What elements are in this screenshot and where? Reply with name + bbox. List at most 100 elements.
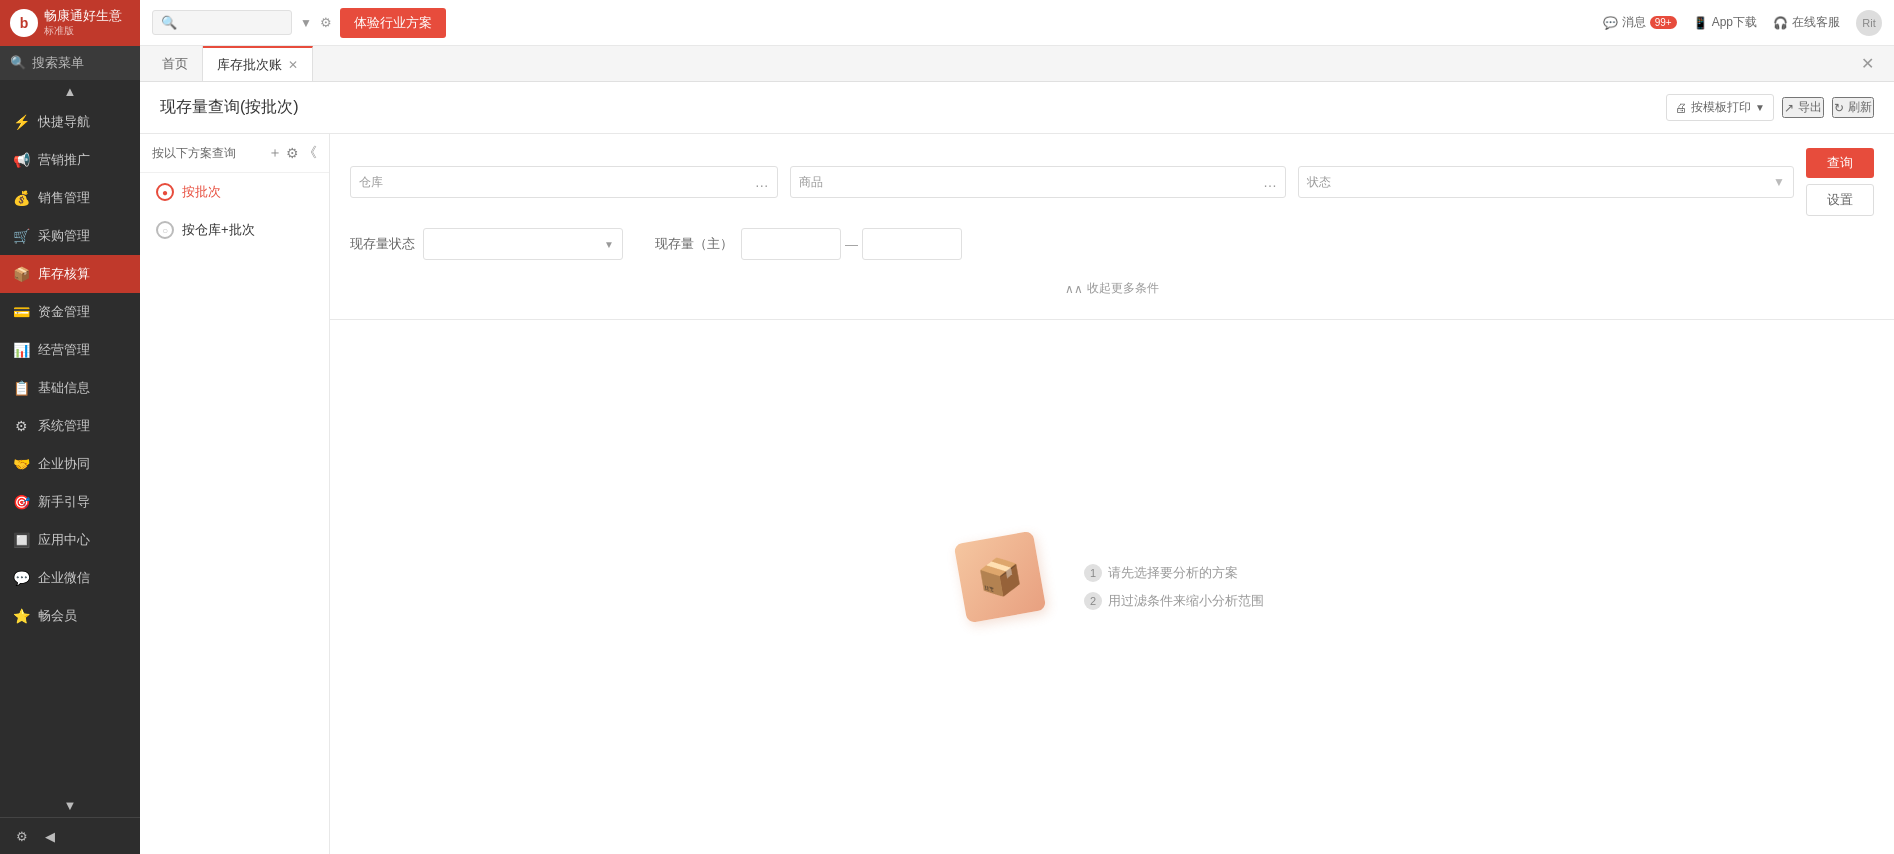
- huiyuan-icon: ⭐: [12, 607, 30, 625]
- tab-panel-close[interactable]: ✕: [1849, 54, 1886, 73]
- sidebar-scroll-down[interactable]: ▼: [0, 794, 140, 817]
- tab-home-label: 首页: [162, 55, 188, 73]
- tab-kucun-pici[interactable]: 库存批次账 ✕: [203, 46, 313, 81]
- scheme-item-cangku-pici[interactable]: ○ 按仓库+批次: [140, 211, 329, 249]
- topbar-search-input[interactable]: [181, 16, 281, 30]
- content-area: 现存量查询(按批次) 🖨 按模板打印 ▼ ↗ 导出 ↻ 刷新: [140, 82, 1894, 854]
- sidebar-item-label: 资金管理: [38, 303, 90, 321]
- product-more-icon[interactable]: …: [1263, 174, 1277, 190]
- sidebar-item-yingxiao[interactable]: 📢 营销推广: [0, 141, 140, 179]
- message-icon: 💬: [1603, 16, 1618, 30]
- left-panel-actions: ＋ ⚙ 《: [268, 144, 317, 162]
- sidebar-scroll-up[interactable]: ▲: [0, 80, 140, 103]
- add-scheme-icon[interactable]: ＋: [268, 144, 282, 162]
- inventory-status-field: 现存量状态 ▼: [350, 228, 623, 260]
- sidebar-item-label: 营销推广: [38, 151, 90, 169]
- jichu-icon: 📋: [12, 379, 30, 397]
- manage-scheme-icon[interactable]: ⚙: [286, 145, 299, 161]
- sidebar-search[interactable]: 🔍 搜索菜单: [0, 46, 140, 80]
- page-actions: 🖨 按模板打印 ▼ ↗ 导出 ↻ 刷新: [1666, 94, 1874, 121]
- user-name: Rit: [1862, 17, 1875, 29]
- search-icon: 🔍: [10, 55, 26, 70]
- sidebar-item-label: 企业协同: [38, 455, 90, 473]
- product-field[interactable]: 商品 …: [790, 166, 1286, 198]
- qty-range: —: [741, 228, 962, 260]
- message-badge: 99+: [1650, 16, 1677, 29]
- export-btn[interactable]: ↗ 导出: [1782, 97, 1824, 118]
- settings-icon[interactable]: ⚙: [12, 826, 32, 846]
- zijin-icon: 💳: [12, 303, 30, 321]
- experience-btn[interactable]: 体验行业方案: [340, 8, 446, 38]
- main-area: 🔍 ▼ ⚙ 体验行业方案 💬 消息 99+ 📱 App下载 🎧 在线客服 R: [140, 0, 1894, 854]
- tip-text-2: 用过滤条件来缩小分析范围: [1108, 592, 1264, 610]
- sidebar: b 畅康通好生意 标准版 🔍 搜索菜单 ▲ ⚡ 快捷导航 📢 营销推广 💰 销售…: [0, 0, 140, 854]
- sidebar-item-yingyong[interactable]: 🔲 应用中心: [0, 521, 140, 559]
- sidebar-item-label: 系统管理: [38, 417, 90, 435]
- page-header: 现存量查询(按批次) 🖨 按模板打印 ▼ ↗ 导出 ↻ 刷新: [140, 82, 1894, 134]
- status-dropdown-icon[interactable]: ▼: [1773, 175, 1785, 189]
- sidebar-item-xitong[interactable]: ⚙ 系统管理: [0, 407, 140, 445]
- left-panel-title: 按以下方案查询: [152, 145, 236, 162]
- empty-state-content: 📦 1 请先选择要分析的方案 2 用过滤条件来缩小分析范围: [960, 537, 1264, 637]
- tab-close-icon[interactable]: ✕: [288, 58, 298, 72]
- warehouse-field[interactable]: 仓库 …: [350, 166, 778, 198]
- tabbar: 首页 库存批次账 ✕ ✕: [140, 46, 1894, 82]
- topbar-gear-icon[interactable]: ⚙: [320, 15, 332, 30]
- sidebar-item-kuaijie[interactable]: ⚡ 快捷导航: [0, 103, 140, 141]
- xiaoshou-icon: 💰: [12, 189, 30, 207]
- sidebar-item-weixin[interactable]: 💬 企业微信: [0, 559, 140, 597]
- inventory-status-select[interactable]: ▼: [423, 228, 623, 260]
- refresh-icon: ↻: [1834, 101, 1844, 115]
- warehouse-more-icon[interactable]: …: [755, 174, 769, 190]
- message-action[interactable]: 💬 消息 99+: [1603, 14, 1677, 31]
- sidebar-item-label: 应用中心: [38, 531, 90, 549]
- sidebar-item-kucun[interactable]: 📦 库存核算: [0, 255, 140, 293]
- message-label: 消息: [1622, 14, 1646, 31]
- print-dropdown-icon[interactable]: ▼: [1755, 102, 1765, 113]
- scheme-label: 按仓库+批次: [182, 221, 255, 239]
- topbar-dropdown-icon[interactable]: ▼: [300, 16, 312, 30]
- query-btn[interactable]: 查询: [1806, 148, 1874, 178]
- collapse-btn[interactable]: ∧∧ 收起更多条件: [350, 272, 1874, 305]
- sidebar-item-caigou[interactable]: 🛒 采购管理: [0, 217, 140, 255]
- settings-btn[interactable]: 设置: [1806, 184, 1874, 216]
- jingying-icon: 📊: [12, 341, 30, 359]
- user-action[interactable]: Rit: [1856, 10, 1882, 36]
- sidebar-item-qiye[interactable]: 🤝 企业协同: [0, 445, 140, 483]
- sidebar-item-zijin[interactable]: 💳 资金管理: [0, 293, 140, 331]
- filter-actions: 查询 设置: [1806, 148, 1874, 216]
- sidebar-item-label: 基础信息: [38, 379, 90, 397]
- inventory-status-arrow: ▼: [604, 239, 614, 250]
- tab-home[interactable]: 首页: [148, 46, 203, 81]
- qty-min-input[interactable]: [741, 228, 841, 260]
- scheme-item-pici[interactable]: ● 按批次: [140, 173, 329, 211]
- sidebar-item-jingying[interactable]: 📊 经营管理: [0, 331, 140, 369]
- sidebar-footer: ⚙ ◀: [0, 817, 140, 854]
- print-btn[interactable]: 🖨 按模板打印 ▼: [1666, 94, 1774, 121]
- app-download-action[interactable]: 📱 App下载: [1693, 14, 1757, 31]
- sidebar-item-huiyuan[interactable]: ⭐ 畅会员: [0, 597, 140, 635]
- empty-tip-1: 1 请先选择要分析的方案: [1084, 564, 1264, 582]
- sidebar-item-label: 快捷导航: [38, 113, 90, 131]
- refresh-btn[interactable]: ↻ 刷新: [1832, 97, 1874, 118]
- collapse-up-icon: ∧∧: [1065, 282, 1083, 296]
- kucun-icon: 📦: [12, 265, 30, 283]
- empty-tips: 1 请先选择要分析的方案 2 用过滤条件来缩小分析范围: [1084, 564, 1264, 610]
- collapse-panel-icon[interactable]: 《: [303, 144, 317, 162]
- sidebar-item-jichu[interactable]: 📋 基础信息: [0, 369, 140, 407]
- scheme-inactive-icon: ○: [156, 221, 174, 239]
- left-panel-header: 按以下方案查询 ＋ ⚙ 《: [140, 134, 329, 173]
- status-field[interactable]: 状态 ▼: [1298, 166, 1794, 198]
- qty-max-input[interactable]: [862, 228, 962, 260]
- topbar-search-box[interactable]: 🔍: [152, 10, 292, 35]
- sidebar-item-xiaoshou[interactable]: 💰 销售管理: [0, 179, 140, 217]
- sidebar-nav: ⚡ 快捷导航 📢 营销推广 💰 销售管理 🛒 采购管理 📦 库存核算 💳 资金管…: [0, 103, 140, 794]
- sidebar-item-xinshou[interactable]: 🎯 新手引导: [0, 483, 140, 521]
- scheme-active-icon: ●: [156, 183, 174, 201]
- warehouse-label: 仓库: [359, 174, 383, 191]
- sidebar-item-label: 库存核算: [38, 265, 90, 283]
- collapse-icon[interactable]: ◀: [40, 826, 60, 846]
- online-service-action[interactable]: 🎧 在线客服: [1773, 14, 1840, 31]
- status-label: 状态: [1307, 174, 1331, 191]
- sidebar-header: b 畅康通好生意 标准版: [0, 0, 140, 46]
